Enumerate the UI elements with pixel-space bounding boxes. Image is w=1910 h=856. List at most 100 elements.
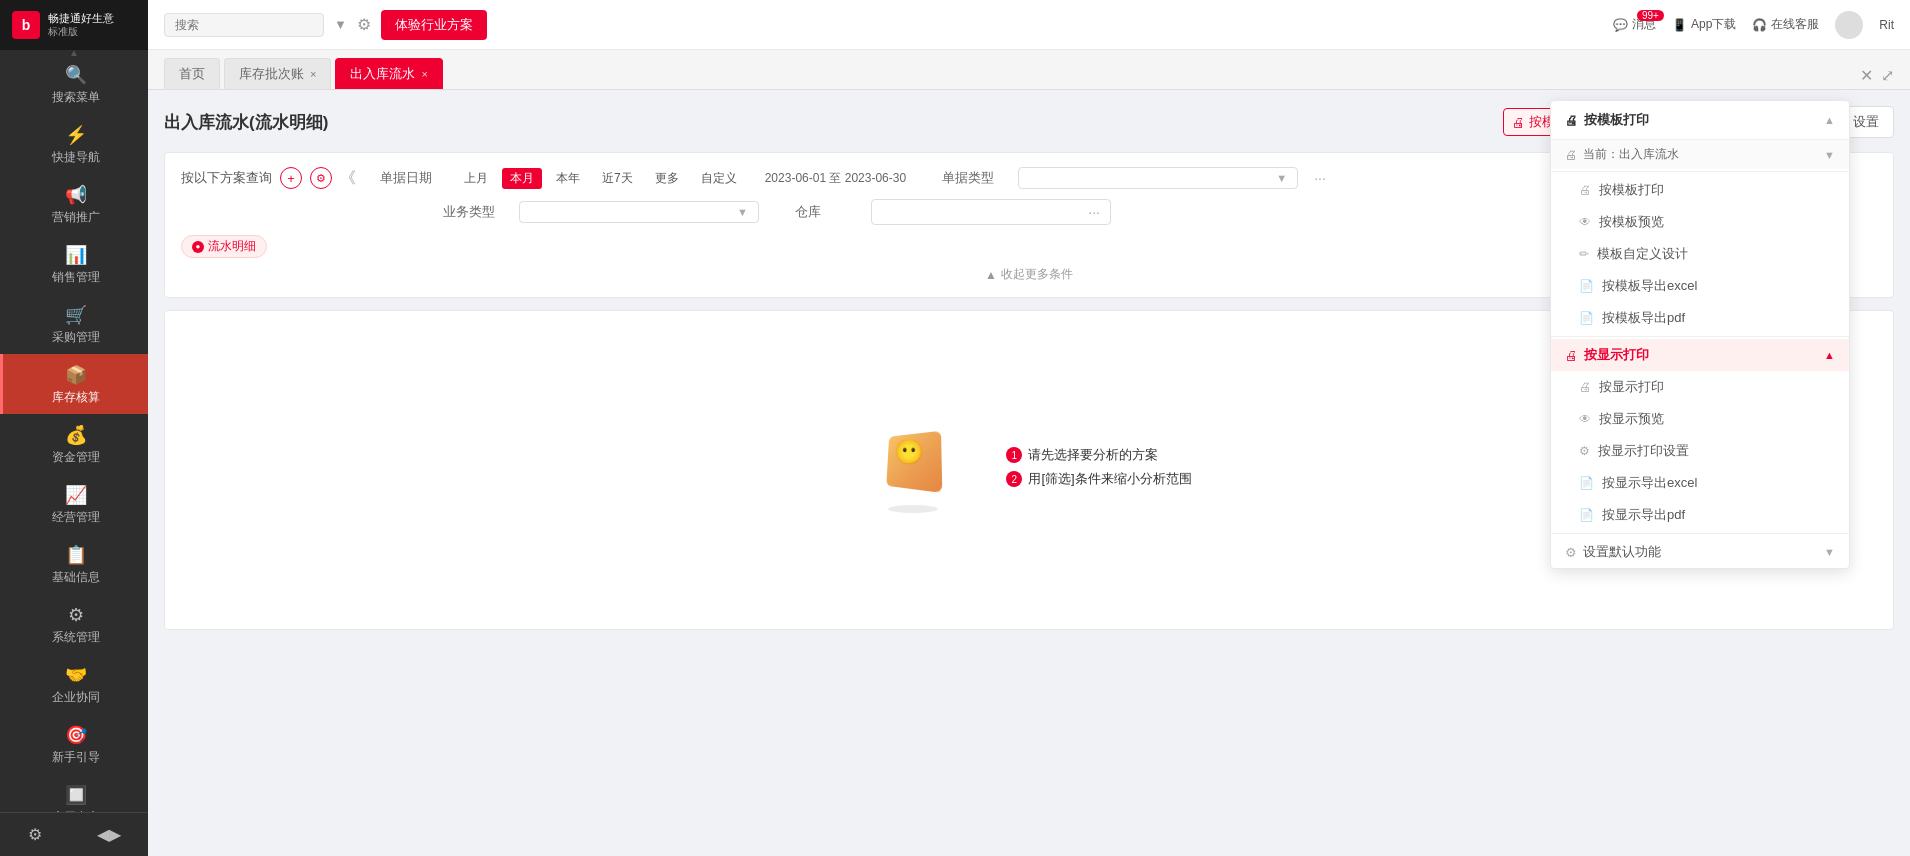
date-range: 2023-06-01 至 2023-06-30 xyxy=(765,170,906,187)
template-preview-icon: 👁 xyxy=(1579,215,1591,229)
dropdown-item-display-pdf[interactable]: 📄 按显示导出pdf xyxy=(1551,499,1849,531)
date-opt-本月[interactable]: 本月 xyxy=(502,168,542,189)
warehouse-select[interactable]: ··· xyxy=(871,199,1111,225)
doc-type-more-icon[interactable]: ··· xyxy=(1314,170,1326,186)
sidebar-item-库存核算[interactable]: 📦 库存核算 xyxy=(0,354,148,414)
display-pdf-icon: 📄 xyxy=(1579,508,1594,522)
dropdown-item-display-settings[interactable]: ⚙ 按显示打印设置 xyxy=(1551,435,1849,467)
collapse-sidebar-icon[interactable]: ◀▶ xyxy=(97,825,121,844)
message-btn[interactable]: 💬 消息 99+ xyxy=(1613,16,1656,33)
sidebar-item-资金管理[interactable]: 💰 资金管理 xyxy=(0,414,148,474)
page-title: 出入库流水(流水明细) xyxy=(164,111,328,134)
topbar-right: 💬 消息 99+ 📱 App下载 🎧 在线客服 Rit xyxy=(1613,11,1894,39)
warehouse-more[interactable]: ··· xyxy=(1088,204,1100,220)
filter-tag[interactable]: ● 流水明细 xyxy=(181,235,267,258)
dropdown-item-template-design[interactable]: ✏ 模板自定义设计 xyxy=(1551,238,1849,270)
sidebar-item-营销推广[interactable]: 📢 营销推广 xyxy=(0,174,148,234)
tab-close-icon[interactable]: × xyxy=(421,68,427,80)
sidebar-item-应用中心[interactable]: 🔲 应用中心 xyxy=(0,774,148,812)
sidebar-item-系统管理[interactable]: ⚙ 系统管理 xyxy=(0,594,148,654)
divider-2 xyxy=(1551,336,1849,337)
topbar-dropdown-icon[interactable]: ▼ xyxy=(334,17,347,32)
biz-type-select[interactable]: ▼ xyxy=(519,201,759,223)
dropdown-current-label: 当前：出入库流水 xyxy=(1583,146,1679,163)
sidebar-item-label: 资金管理 xyxy=(52,449,100,466)
date-opt-近7天[interactable]: 近7天 xyxy=(594,168,641,189)
sidebar-item-label: 系统管理 xyxy=(52,629,100,646)
dropdown-item-template-preview[interactable]: 👁 按模板预览 xyxy=(1551,206,1849,238)
dropdown-item-template-print[interactable]: 🖨 按模板打印 xyxy=(1551,174,1849,206)
online-service-btn[interactable]: 🎧 在线客服 xyxy=(1752,16,1819,33)
template-design-icon: ✏ xyxy=(1579,247,1589,261)
date-opt-更多[interactable]: 更多 xyxy=(647,168,687,189)
phone-icon: 📱 xyxy=(1672,18,1687,32)
doc-type-select[interactable]: ▼ xyxy=(1018,167,1298,189)
tag-icon: ● xyxy=(192,241,204,253)
dropdown-default-section[interactable]: ⚙ 设置默认功能 ▼ xyxy=(1551,536,1849,568)
message-badge: 99+ xyxy=(1637,10,1664,21)
topbar-gear-icon[interactable]: ⚙ xyxy=(357,15,371,34)
app-name: 畅捷通好生意 xyxy=(48,11,114,25)
settings-icon[interactable]: ⚙ xyxy=(28,825,42,844)
collapse-label: 收起更多条件 xyxy=(1001,266,1073,283)
app-download-btn[interactable]: 📱 App下载 xyxy=(1672,16,1736,33)
filter-condition-label: 按以下方案查询 xyxy=(181,169,272,187)
default-icon: ⚙ xyxy=(1565,545,1577,560)
dropdown-item-display-excel[interactable]: 📄 按显示导出excel xyxy=(1551,467,1849,499)
display-print-icon: 🖨 xyxy=(1579,380,1591,394)
dropdown-item-template-pdf[interactable]: 📄 按模板导出pdf xyxy=(1551,302,1849,334)
doc-type-chevron: ▼ xyxy=(1276,172,1287,184)
collapse-more-btn[interactable]: ▲ 收起更多条件 xyxy=(985,266,1073,283)
default-chevron: ▼ xyxy=(1824,546,1835,558)
sidebar-item-label: 营销推广 xyxy=(52,209,100,226)
collapse-filter-btn[interactable]: 《 xyxy=(340,168,356,189)
username: Rit xyxy=(1879,18,1894,32)
sidebar-icon: 📦 xyxy=(65,364,87,386)
sidebar-icon: 🛒 xyxy=(65,304,87,326)
date-opt-上月[interactable]: 上月 xyxy=(456,168,496,189)
empty-illustration: 😶 xyxy=(866,425,966,515)
display-preview-icon: 👁 xyxy=(1579,412,1591,426)
sidebar-item-企业协同[interactable]: 🤝 企业协同 xyxy=(0,654,148,714)
tip-1: 1 请先选择要分析的方案 xyxy=(1006,446,1191,464)
sidebar: b 畅捷通好生意 标准版 ▲ 🔍 搜索菜单 ⚡ 快捷导航 📢 营销推广 📊 销售… xyxy=(0,0,148,856)
tab-close-icon[interactable]: × xyxy=(310,68,316,80)
industry-btn[interactable]: 体验行业方案 xyxy=(381,10,487,40)
box-face: 😶 xyxy=(894,440,924,464)
search-input[interactable] xyxy=(164,13,324,37)
maximize-icon[interactable]: ⤢ xyxy=(1881,66,1894,85)
date-opt-自定义[interactable]: 自定义 xyxy=(693,168,745,189)
print-dropdown-panel: 🖨 按模板打印 ▲ 🖨 当前：出入库流水 ▼ 🖨 按模板打印 👁 按模板预览 ✏… xyxy=(1550,100,1850,569)
dropdown-item-template-excel[interactable]: 📄 按模板导出excel xyxy=(1551,270,1849,302)
tab-库存批次账[interactable]: 库存批次账 × xyxy=(224,58,331,89)
dropdown-display-section-header[interactable]: 🖨 按显示打印 ▲ xyxy=(1551,339,1849,371)
date-opt-本年[interactable]: 本年 xyxy=(548,168,588,189)
sidebar-item-基础信息[interactable]: 📋 基础信息 xyxy=(0,534,148,594)
sidebar-item-搜索菜单[interactable]: 🔍 搜索菜单 xyxy=(0,54,148,114)
date-options: 上月本月本年近7天更多自定义 xyxy=(456,168,745,189)
dropdown-header: 🖨 按模板打印 ▲ xyxy=(1551,101,1849,140)
tab-出入库流水[interactable]: 出入库流水× xyxy=(335,58,442,89)
tag-label: 流水明细 xyxy=(208,238,256,255)
print-icon: 🖨 xyxy=(1512,115,1525,130)
sidebar-item-销售管理[interactable]: 📊 销售管理 xyxy=(0,234,148,294)
sidebar-item-经营管理[interactable]: 📈 经营管理 xyxy=(0,474,148,534)
message-icon: 💬 xyxy=(1613,18,1628,32)
sidebar-item-采购管理[interactable]: 🛒 采购管理 xyxy=(0,294,148,354)
sidebar-item-label: 经营管理 xyxy=(52,509,100,526)
tip-1-text: 请先选择要分析的方案 xyxy=(1028,446,1158,464)
biz-type-label: 业务类型 xyxy=(443,203,503,221)
tabbar: 首页库存批次账×出入库流水× ✕ ⤢ xyxy=(148,50,1910,90)
display-section-icon: 🖨 xyxy=(1565,348,1578,363)
tab-首页[interactable]: 首页 xyxy=(164,58,220,89)
close-all-tabs-icon[interactable]: ✕ xyxy=(1860,66,1873,85)
sidebar-item-快捷导航[interactable]: ⚡ 快捷导航 xyxy=(0,114,148,174)
add-filter-btn[interactable]: + xyxy=(280,167,302,189)
dropdown-item-display-print[interactable]: 🖨 按显示打印 xyxy=(1551,371,1849,403)
sidebar-item-label: 基础信息 xyxy=(52,569,100,586)
sidebar-item-新手引导[interactable]: 🎯 新手引导 xyxy=(0,714,148,774)
sidebar-icon: 📈 xyxy=(65,484,87,506)
filter-settings-btn[interactable]: ⚙ xyxy=(310,167,332,189)
dropdown-item-display-preview[interactable]: 👁 按显示预览 xyxy=(1551,403,1849,435)
tab-label: 库存批次账 xyxy=(239,65,304,83)
